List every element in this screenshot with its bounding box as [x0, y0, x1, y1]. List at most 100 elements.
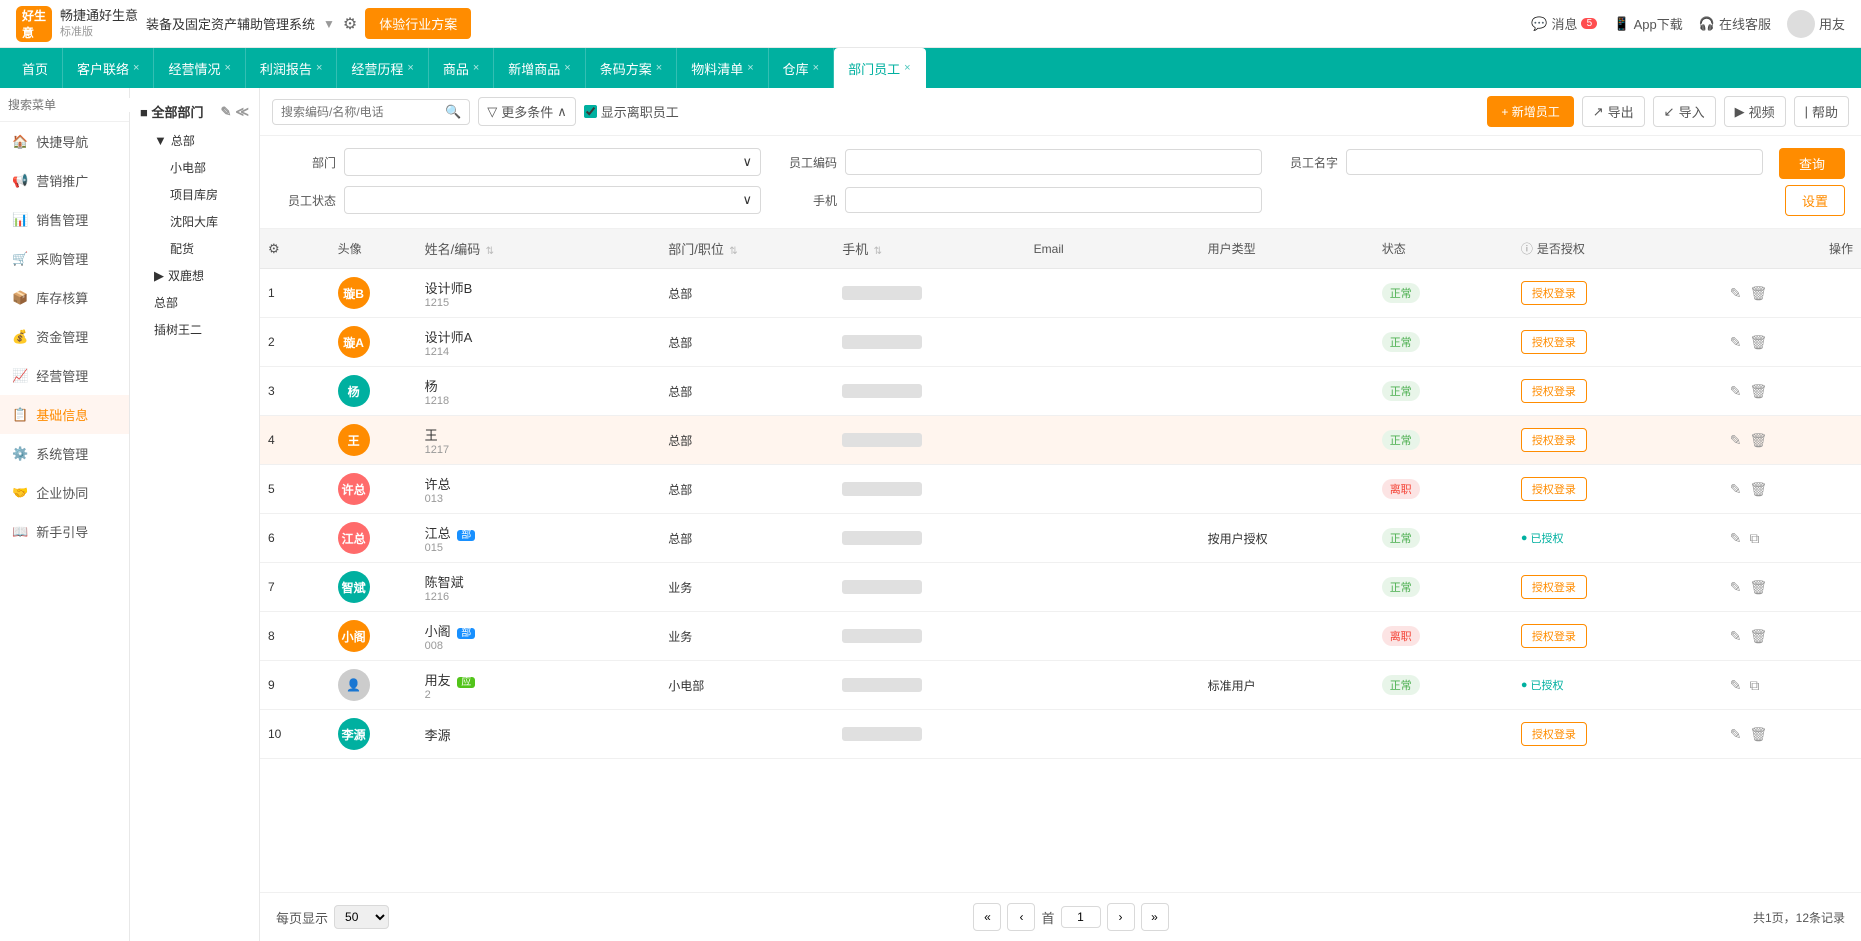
auth-btn[interactable]: 授权登录 — [1521, 722, 1587, 746]
import-btn[interactable]: ↙ 导入 — [1653, 96, 1716, 127]
dept-filter-select[interactable]: ∨ — [344, 148, 761, 176]
dept-item-shenyang[interactable]: 沈阳大库 — [154, 208, 259, 235]
edit-icon[interactable]: ✎ — [1730, 432, 1742, 449]
app-download-btn[interactable]: 📱 App下载 — [1613, 14, 1682, 33]
emp-name-input[interactable] — [1346, 149, 1763, 175]
sidebar-item-basic-info[interactable]: 📋 基础信息 — [0, 395, 129, 434]
edit-icon[interactable]: ✎ — [1730, 285, 1742, 302]
tab-barcode-close[interactable]: × — [656, 62, 662, 74]
search-input[interactable] — [281, 105, 441, 119]
sidebar-item-inventory[interactable]: 📦 库存核算 — [0, 278, 129, 317]
dept-group-zongbu[interactable]: ▼ 总部 — [138, 127, 259, 154]
auth-btn[interactable]: 授权登录 — [1521, 379, 1587, 403]
tab-operation[interactable]: 经营情况 × — [154, 48, 245, 88]
tab-customer[interactable]: 客户联络 × — [63, 48, 154, 88]
tab-add-goods-close[interactable]: × — [564, 62, 570, 74]
auth-btn[interactable]: 授权登录 — [1521, 281, 1587, 305]
tab-add-goods[interactable]: 新增商品 × — [494, 48, 585, 88]
last-page-btn[interactable]: » — [1141, 903, 1169, 931]
dept-item-xiaodianbu[interactable]: 小电部 — [154, 154, 259, 181]
auth-btn[interactable]: 授权登录 — [1521, 428, 1587, 452]
copy-icon[interactable]: ⧉ — [1749, 677, 1759, 694]
query-btn[interactable]: 查询 — [1779, 148, 1845, 179]
tab-profit[interactable]: 利润报告 × — [246, 48, 337, 88]
edit-icon[interactable]: ✎ — [1730, 334, 1742, 351]
sidebar-item-quick-nav[interactable]: 🏠 快捷导航 — [0, 122, 129, 161]
show-resigned-checkbox[interactable] — [584, 105, 597, 118]
delete-icon[interactable]: 🗑 — [1749, 579, 1767, 596]
tab-dept-employee-close[interactable]: × — [904, 62, 910, 74]
search-icon[interactable]: 🔍 — [445, 104, 461, 120]
edit-icon[interactable]: ✎ — [1730, 383, 1742, 400]
dept-item-zongbu[interactable]: 总部 — [138, 289, 259, 316]
sidebar-item-collab[interactable]: 🤝 企业协同 — [0, 473, 129, 512]
tab-operation-close[interactable]: × — [224, 62, 230, 74]
sidebar-item-system[interactable]: ⚙️ 系统管理 — [0, 434, 129, 473]
delete-icon[interactable]: 🗑 — [1749, 432, 1767, 449]
user-area[interactable]: 用友 — [1787, 10, 1845, 38]
auth-btn[interactable]: 授权登录 — [1521, 575, 1587, 599]
view-btn[interactable]: ▶ 视频 — [1724, 96, 1786, 127]
dept-item-chashuwanger[interactable]: 插树王二 — [138, 316, 259, 343]
dept-collapse-icon[interactable]: ≪ — [235, 104, 249, 120]
sidebar-item-sales[interactable]: 📊 销售管理 — [0, 200, 129, 239]
sidebar-item-purchase[interactable]: 🛒 采购管理 — [0, 239, 129, 278]
settings-filter-btn[interactable]: 设置 — [1785, 185, 1845, 216]
col-dept[interactable]: 部门/职位 ⇅ — [660, 229, 834, 269]
emp-code-input[interactable] — [845, 149, 1262, 175]
edit-icon[interactable]: ✎ — [1730, 628, 1742, 645]
edit-icon[interactable]: ✎ — [1730, 530, 1742, 547]
prev-page-btn[interactable]: ‹ — [1007, 903, 1035, 931]
sidebar-item-operation-mgmt[interactable]: 📈 经营管理 — [0, 356, 129, 395]
edit-icon[interactable]: ✎ — [1730, 677, 1742, 694]
delete-icon[interactable]: 🗑 — [1749, 726, 1767, 743]
dept-group-shuanglu[interactable]: ▶ 双鹿想 — [138, 262, 259, 289]
page-size-select[interactable]: 50 100 200 — [334, 905, 389, 929]
dept-edit-icon[interactable]: ✎ — [220, 104, 231, 120]
dept-item-xiangmukufang[interactable]: 项目库房 — [154, 181, 259, 208]
sidebar-item-marketing[interactable]: 📢 营销推广 — [0, 161, 129, 200]
tab-barcode[interactable]: 条码方案 × — [586, 48, 677, 88]
copy-icon[interactable]: ⧉ — [1749, 530, 1759, 547]
auth-btn[interactable]: 授权登录 — [1521, 624, 1587, 648]
delete-icon[interactable]: 🗑 — [1749, 383, 1767, 400]
tab-warehouse[interactable]: 仓库 × — [769, 48, 834, 88]
edit-icon[interactable]: ✎ — [1730, 726, 1742, 743]
tab-customer-close[interactable]: × — [133, 62, 139, 74]
emp-status-select[interactable]: ∨ — [344, 186, 761, 214]
settings-icon[interactable]: ⚙ — [343, 14, 357, 34]
tab-goods[interactable]: 商品 × — [429, 48, 494, 88]
tab-profit-close[interactable]: × — [316, 62, 322, 74]
column-settings-icon[interactable]: ⚙ — [268, 241, 280, 256]
delete-icon[interactable]: 🗑 — [1749, 285, 1767, 302]
tab-dept-employee[interactable]: 部门员工 × — [834, 48, 925, 88]
tab-history[interactable]: 经营历程 × — [337, 48, 428, 88]
sidebar-item-finance[interactable]: 💰 资金管理 — [0, 317, 129, 356]
edit-icon[interactable]: ✎ — [1730, 579, 1742, 596]
delete-icon[interactable]: 🗑 — [1749, 628, 1767, 645]
more-conditions-btn[interactable]: ▽ 更多条件 ∧ — [478, 97, 576, 126]
col-name[interactable]: 姓名/编码 ⇅ — [417, 229, 661, 269]
tab-goods-close[interactable]: × — [473, 62, 479, 74]
delete-icon[interactable]: 🗑 — [1749, 481, 1767, 498]
edit-icon[interactable]: ✎ — [1730, 481, 1742, 498]
sidebar-item-guide[interactable]: 📖 新手引导 — [0, 512, 129, 551]
online-service-btn[interactable]: 🎧 在线客服 — [1699, 14, 1771, 33]
tab-history-close[interactable]: × — [407, 62, 413, 74]
auth-btn[interactable]: 授权登录 — [1521, 477, 1587, 501]
export-btn[interactable]: ↗ 导出 — [1582, 96, 1645, 127]
auth-btn[interactable]: 授权登录 — [1521, 330, 1587, 354]
dept-item-peihuo[interactable]: 配货 — [154, 235, 259, 262]
tab-home[interactable]: 首页 — [8, 48, 63, 88]
next-page-btn[interactable]: › — [1107, 903, 1135, 931]
page-input[interactable] — [1061, 906, 1101, 928]
tab-warehouse-close[interactable]: × — [813, 62, 819, 74]
first-page-btn[interactable]: « — [973, 903, 1001, 931]
delete-icon[interactable]: 🗑 — [1749, 334, 1767, 351]
add-employee-btn[interactable]: + 新增员工 — [1487, 96, 1573, 127]
phone-input[interactable] — [845, 187, 1262, 213]
sys-name-dropdown[interactable]: ▼ — [323, 17, 335, 31]
help-btn[interactable]: | 帮助 — [1794, 96, 1849, 127]
col-phone[interactable]: 手机 ⇅ — [834, 229, 1025, 269]
tab-bom[interactable]: 物料清单 × — [677, 48, 768, 88]
